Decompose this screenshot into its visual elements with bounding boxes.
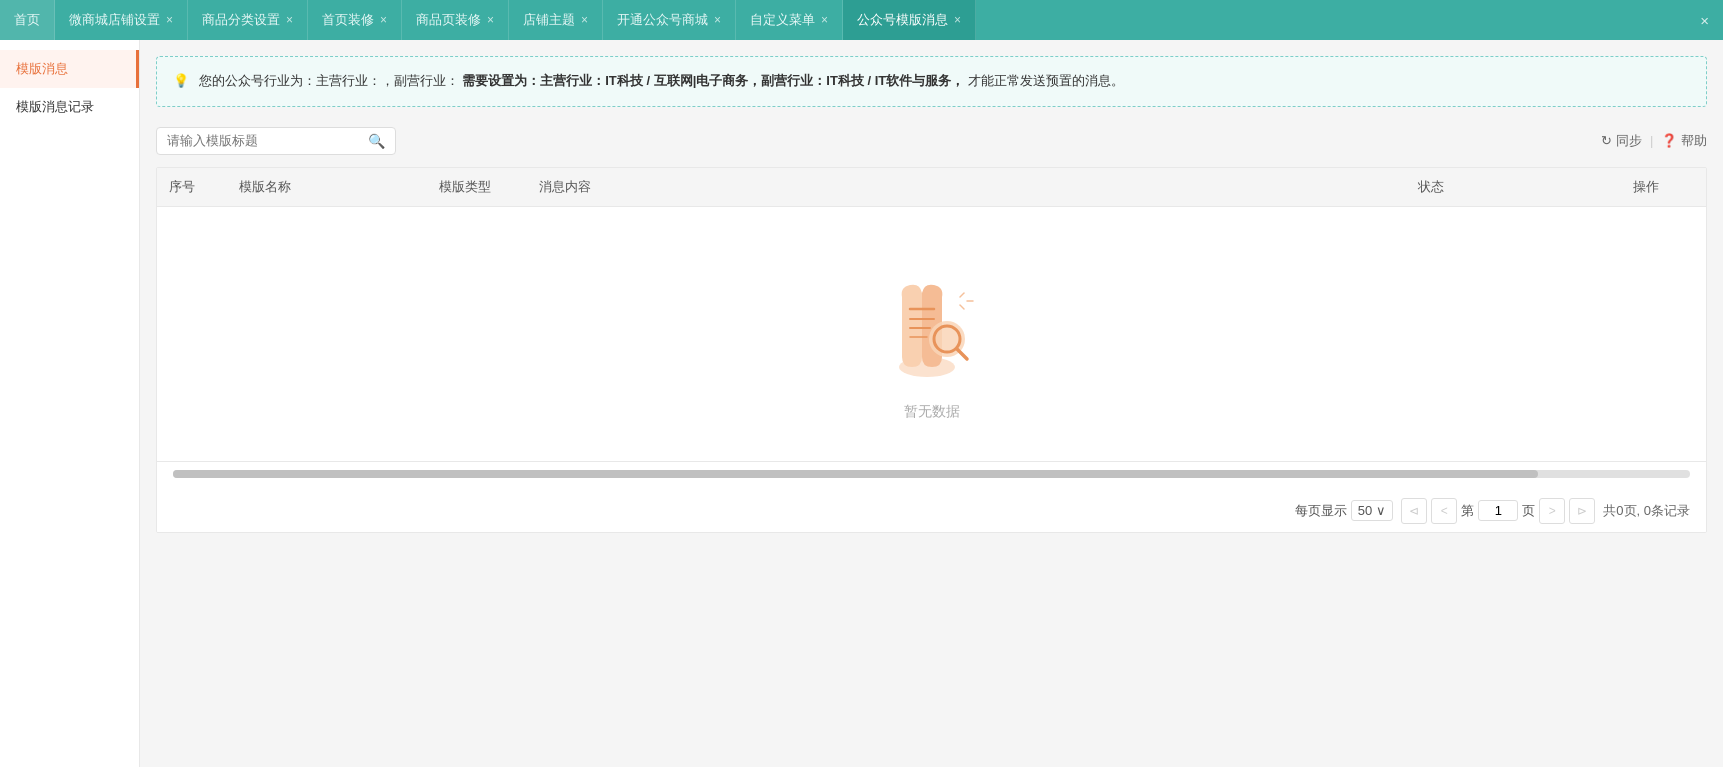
nav-tab-product-page-decor-close[interactable]: × (487, 13, 494, 27)
pager-prev-button[interactable]: < (1431, 498, 1457, 524)
bulb-icon: 💡 (173, 73, 189, 88)
alert-text-prefix: 您的公众号行业为：主营行业：，副营行业： (199, 73, 459, 88)
help-button[interactable]: ❓ 帮助 (1661, 132, 1707, 150)
col-content: 消息内容 (527, 168, 1406, 206)
table-header: 序号 模版名称 模版类型 消息内容 状态 操作 (157, 168, 1706, 207)
page-size-label: 每页显示 (1295, 502, 1347, 520)
nav-tab-custom-menu-close[interactable]: × (821, 13, 828, 27)
page-size-select: 每页显示 50 ∨ (1295, 500, 1393, 521)
search-bar: 🔍 ↻ 同步 | ❓ 帮助 (156, 127, 1707, 155)
alert-text-highlight: 需要设置为：主营行业：IT科技 / 互联网|电子商务，副营行业：IT科技 / I… (462, 73, 964, 88)
divider: | (1650, 133, 1653, 148)
empty-state: 暂无数据 (157, 207, 1706, 461)
search-icon[interactable]: 🔍 (368, 133, 385, 149)
svg-line-8 (960, 293, 964, 297)
nav-tab-open-wechat-mall-close[interactable]: × (714, 13, 721, 27)
col-status: 状态 (1406, 168, 1586, 206)
nav-close-all-button[interactable]: × (1686, 12, 1723, 29)
help-label: 帮助 (1681, 133, 1707, 148)
nav-tab-template-msg-label: 公众号模版消息 (857, 11, 948, 29)
nav-tab-template-msg-close[interactable]: × (954, 13, 961, 27)
alert-text-suffix: 才能正常发送预置的消息。 (968, 73, 1124, 88)
sync-icon: ↻ (1601, 133, 1612, 148)
pager-next-button[interactable]: > (1539, 498, 1565, 524)
page-prefix: 第 (1461, 502, 1474, 520)
nav-tab-product-page-decor-label: 商品页装修 (416, 11, 481, 29)
main-content: 💡 您的公众号行业为：主营行业：，副营行业： 需要设置为：主营行业：IT科技 /… (140, 40, 1723, 767)
sync-label: 同步 (1616, 133, 1642, 148)
alert-box: 💡 您的公众号行业为：主营行业：，副营行业： 需要设置为：主营行业：IT科技 /… (156, 56, 1707, 107)
nav-tab-product-page-decor[interactable]: 商品页装修 × (402, 0, 509, 40)
page-size-value: 50 (1358, 503, 1372, 518)
nav-tab-homepage-decor-close[interactable]: × (380, 13, 387, 27)
nav-tab-homepage-decor-label: 首页装修 (322, 11, 374, 29)
col-name: 模版名称 (227, 168, 427, 206)
nav-tab-open-wechat-mall-label: 开通公众号商城 (617, 11, 708, 29)
col-ops: 操作 (1586, 168, 1706, 206)
sidebar-item-template-msg-label: 模版消息 (16, 61, 68, 76)
scrollbar-thumb[interactable] (173, 470, 1538, 478)
nav-tab-custom-menu-label: 自定义菜单 (750, 11, 815, 29)
pager-last-button[interactable]: ⊳ (1569, 498, 1595, 524)
top-nav: 首页 微商城店铺设置 × 商品分类设置 × 首页装修 × 商品页装修 × 店铺主… (0, 0, 1723, 40)
nav-tab-custom-menu[interactable]: 自定义菜单 × (736, 0, 843, 40)
pager-first-button[interactable]: ⊲ (1401, 498, 1427, 524)
chevron-down-icon: ∨ (1376, 503, 1386, 518)
sidebar-item-template-msg-record-label: 模版消息记录 (16, 99, 94, 114)
nav-tab-product-category-label: 商品分类设置 (202, 11, 280, 29)
empty-illustration (872, 267, 992, 387)
search-input[interactable] (167, 133, 368, 148)
nav-tab-open-wechat-mall[interactable]: 开通公众号商城 × (603, 0, 736, 40)
page-unit: 页 (1522, 502, 1535, 520)
nav-tab-micro-store-close[interactable]: × (166, 13, 173, 27)
sync-button[interactable]: ↻ 同步 (1601, 132, 1642, 150)
nav-tab-homepage-decor[interactable]: 首页装修 × (308, 0, 402, 40)
pager-buttons: ⊲ < 第 页 > ⊳ (1401, 498, 1595, 524)
nav-tab-product-category[interactable]: 商品分类设置 × (188, 0, 308, 40)
sidebar: 模版消息 模版消息记录 (0, 40, 140, 767)
col-seq: 序号 (157, 168, 227, 206)
nav-tab-store-theme[interactable]: 店铺主题 × (509, 0, 603, 40)
search-actions: ↻ 同步 | ❓ 帮助 (1601, 132, 1707, 150)
search-input-wrap[interactable]: 🔍 (156, 127, 396, 155)
total-info: 共0页, 0条记录 (1603, 502, 1690, 520)
page-number-input[interactable] (1478, 500, 1518, 521)
empty-text: 暂无数据 (904, 403, 960, 421)
nav-tab-micro-store-label: 微商城店铺设置 (69, 11, 160, 29)
data-table: 序号 模版名称 模版类型 消息内容 状态 操作 (156, 167, 1707, 533)
horizontal-scrollbar[interactable] (173, 470, 1690, 478)
help-icon: ❓ (1661, 133, 1677, 148)
svg-line-10 (960, 305, 964, 309)
nav-tab-template-msg[interactable]: 公众号模版消息 × (843, 0, 976, 40)
pagination: 每页显示 50 ∨ ⊲ < 第 页 > ⊳ 共0页, 0条记录 (157, 486, 1706, 532)
page-size-dropdown[interactable]: 50 ∨ (1351, 500, 1393, 521)
nav-tab-store-theme-close[interactable]: × (581, 13, 588, 27)
nav-tab-home-label: 首页 (14, 11, 40, 29)
nav-tab-product-category-close[interactable]: × (286, 13, 293, 27)
layout: 模版消息 模版消息记录 💡 您的公众号行业为：主营行业：，副营行业： 需要设置为… (0, 40, 1723, 767)
sidebar-item-template-msg[interactable]: 模版消息 (0, 50, 139, 88)
col-type: 模版类型 (427, 168, 527, 206)
nav-tab-store-theme-label: 店铺主题 (523, 11, 575, 29)
nav-tab-home[interactable]: 首页 (0, 0, 55, 40)
scrollbar-area[interactable] (157, 461, 1706, 486)
nav-tab-micro-store[interactable]: 微商城店铺设置 × (55, 0, 188, 40)
sidebar-item-template-msg-record[interactable]: 模版消息记录 (0, 88, 139, 126)
svg-line-7 (957, 349, 967, 359)
